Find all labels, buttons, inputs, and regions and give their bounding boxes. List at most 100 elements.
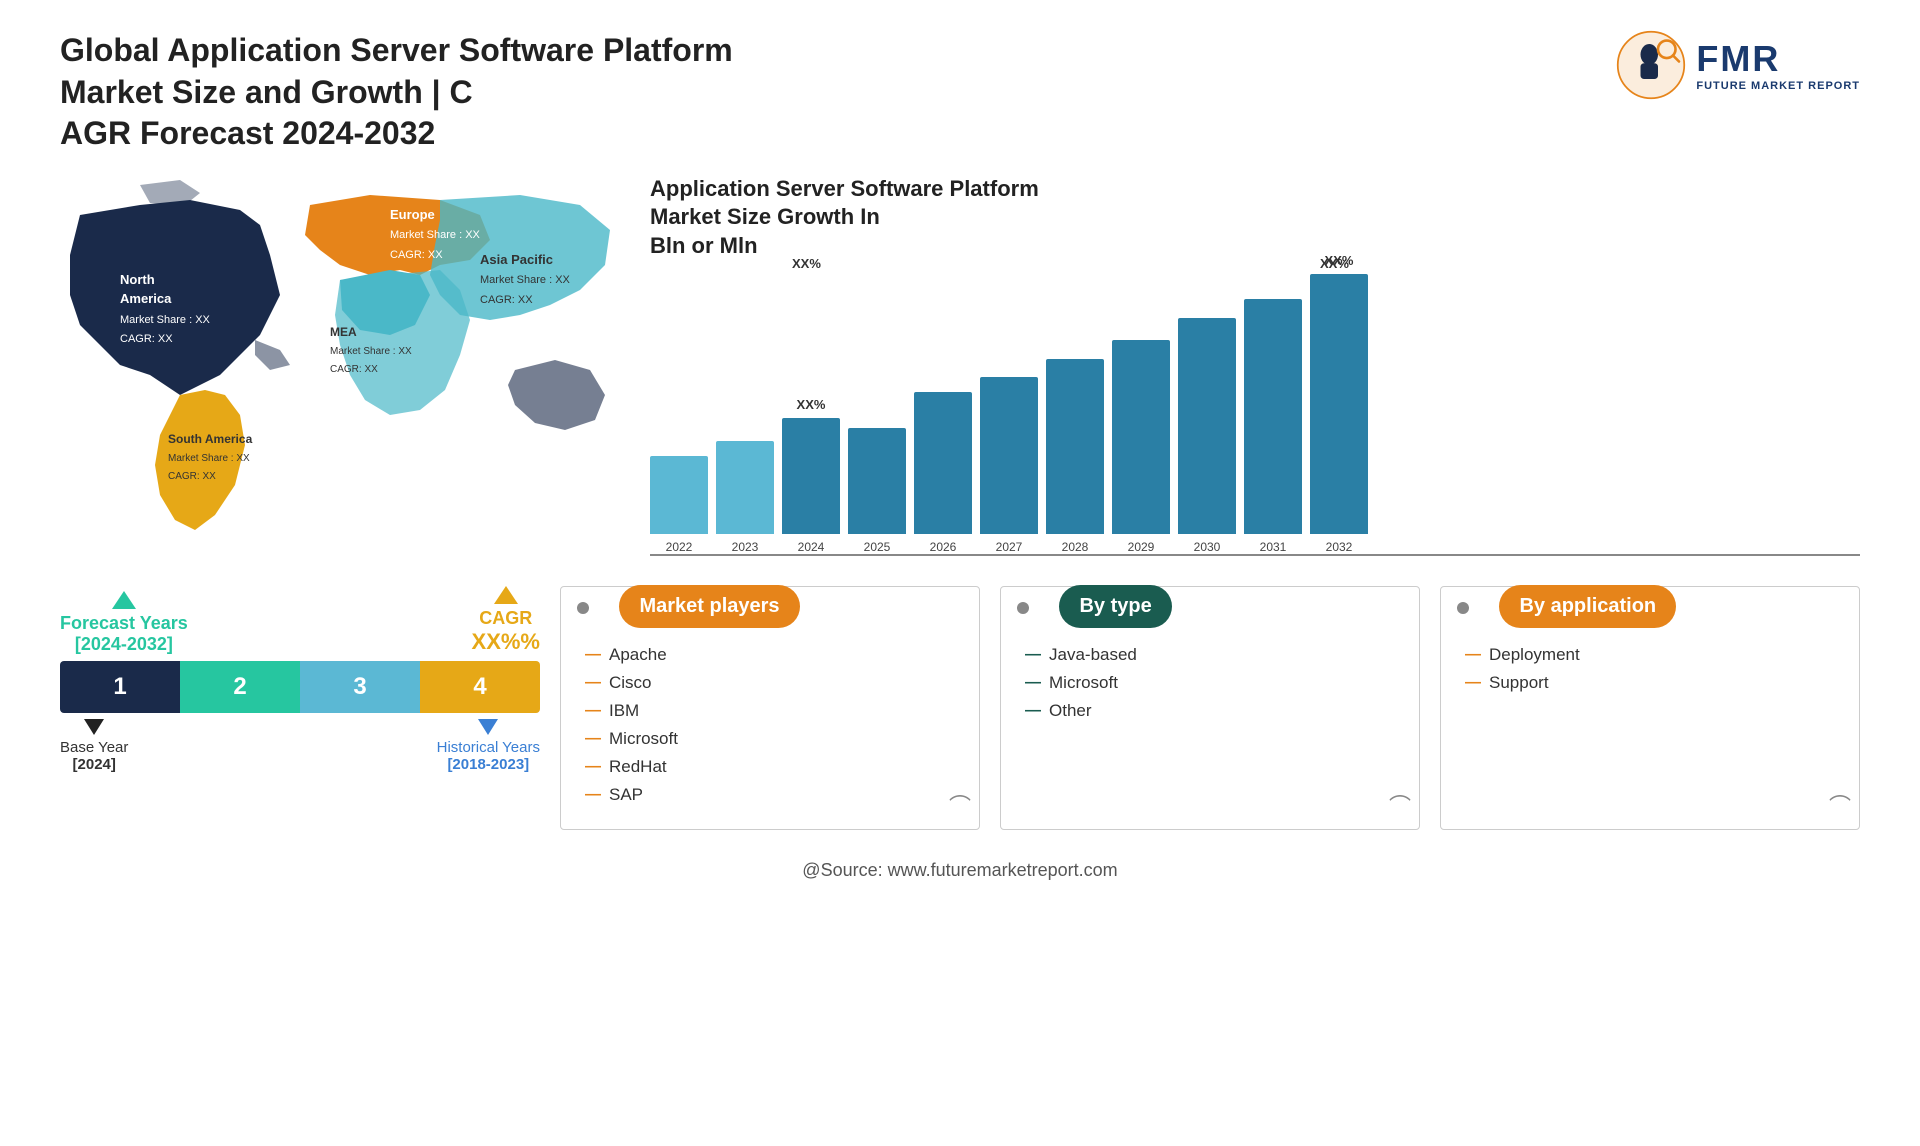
cagr-arrow-up xyxy=(494,586,518,604)
bar-year-2023: 2023 xyxy=(732,540,759,554)
by-type-header: By type xyxy=(1059,585,1171,628)
page: Global Application Server Software Platf… xyxy=(0,0,1920,1146)
bar-2027 xyxy=(980,377,1038,534)
list-item: RedHat xyxy=(585,757,959,777)
bar-year-2031: 2031 xyxy=(1260,540,1287,554)
main-content: NorthAmerica Market Share : XX CAGR: XX … xyxy=(60,175,1860,556)
bar-year-2024: 2024 xyxy=(798,540,825,554)
market-players-card: Market players Apache Cisco IBM Microsoft Re… xyxy=(560,586,980,830)
bar-year-2025: 2025 xyxy=(864,540,891,554)
historical-label: Historical Years xyxy=(437,739,540,756)
bar-2022 xyxy=(650,456,708,534)
bar-2023 xyxy=(716,441,774,534)
bar-2030 xyxy=(1178,318,1236,534)
list-item: Java-based xyxy=(1025,645,1399,665)
forecast-header: Forecast Years [2024-2032] xyxy=(60,591,188,655)
by-application-corner: ⌒ xyxy=(1829,789,1851,821)
list-item: Microsoft xyxy=(1025,673,1399,693)
chart-section: Application Server Software Platform Mar… xyxy=(650,175,1860,556)
list-item: IBM xyxy=(585,701,959,721)
base-year-label: Base Year xyxy=(60,739,128,756)
bar-year-2022: 2022 xyxy=(666,540,693,554)
base-year-arrow xyxy=(84,719,104,735)
mea-label: MEA Market Share : XX CAGR: XX xyxy=(330,323,412,377)
bottom-section: Forecast Years [2024-2032] CAGR XX%% 1 2… xyxy=(60,586,1860,830)
asia-pacific-label: Asia Pacific Market Share : XX CAGR: XX xyxy=(480,250,570,309)
logo-text: FMR FUTURE MARKET REPORT xyxy=(1696,38,1860,92)
bar-2031 xyxy=(1244,299,1302,534)
historical-value: [2018-2023] xyxy=(437,756,540,773)
map-section: NorthAmerica Market Share : XX CAGR: XX … xyxy=(60,175,620,556)
bar-group-2028: 2028 xyxy=(1046,353,1104,554)
logo-fmr-text: FMR xyxy=(1696,38,1780,80)
bar-year-2029: 2029 xyxy=(1128,540,1155,554)
market-players-dot xyxy=(577,602,589,614)
base-year-block: Base Year [2024] xyxy=(60,719,128,773)
bar-chart: 2022 2023 XX% 2024 2025 2026 2027 2028 2029 2030 2… xyxy=(650,276,1860,556)
list-item: Other xyxy=(1025,701,1399,721)
bar-2029 xyxy=(1112,340,1170,534)
bar-2026 xyxy=(914,392,972,534)
by-application-dot xyxy=(1457,602,1469,614)
bar-2024 xyxy=(782,418,840,534)
market-players-corner: ⌒ xyxy=(949,789,971,821)
bar-group-2024: XX% 2024 xyxy=(782,397,840,554)
bar-group-2030: 2030 xyxy=(1178,312,1236,554)
bar-year-2030: 2030 xyxy=(1194,540,1221,554)
timeline-block: Forecast Years [2024-2032] CAGR XX%% 1 2… xyxy=(60,586,540,830)
xx-annotation-2032: XX% xyxy=(1320,256,1349,271)
timeline-bar: 1 2 3 4 xyxy=(60,661,540,713)
by-type-list: Java-based Microsoft Other xyxy=(1001,629,1419,721)
historical-arrow xyxy=(478,719,498,735)
cagr-label: CAGR xyxy=(472,608,540,629)
xx-annotation-2024: XX% xyxy=(792,256,821,271)
source-text: @Source: www.futuremarketreport.com xyxy=(60,860,1860,881)
page-title: Global Application Server Software Platf… xyxy=(60,30,760,155)
by-type-dot xyxy=(1017,602,1029,614)
list-item: Apache xyxy=(585,645,959,665)
timeline-bottom-labels: Base Year [2024] Historical Years [2018-… xyxy=(60,719,540,773)
chart-title: Application Server Software Platform Mar… xyxy=(650,175,1860,261)
north-america-label: NorthAmerica Market Share : XX CAGR: XX xyxy=(120,270,210,348)
europe-label: Europe Market Share : XX CAGR: XX xyxy=(390,205,480,264)
market-players-header: Market players xyxy=(619,585,799,628)
forecast-label: Forecast Years xyxy=(60,613,188,634)
fmr-logo-icon xyxy=(1616,30,1686,100)
list-item: Microsoft xyxy=(585,729,959,749)
historical-block: Historical Years [2018-2023] xyxy=(437,719,540,773)
bar-group-2026: 2026 xyxy=(914,386,972,554)
tl-segment-1: 1 xyxy=(60,661,180,713)
list-item: Cisco xyxy=(585,673,959,693)
bar-group-2023: 2023 xyxy=(716,435,774,554)
tl-segment-4: 4 xyxy=(420,661,540,713)
header: Global Application Server Software Platf… xyxy=(60,30,1860,155)
bar-group-2029: 2029 xyxy=(1112,334,1170,554)
bar-group-2032: XX% 2032 xyxy=(1310,253,1368,554)
cagr-value: XX%% xyxy=(472,629,540,655)
south-america-label: South America Market Share : XX CAGR: XX xyxy=(168,430,252,484)
bar-label-2024: XX% xyxy=(797,397,826,412)
by-application-header: By application xyxy=(1499,585,1676,628)
list-item: Support xyxy=(1465,673,1839,693)
tl-segment-2: 2 xyxy=(180,661,300,713)
logo-sub-text: FUTURE MARKET REPORT xyxy=(1696,80,1860,92)
by-application-card: By application Deployment Support ⌒ xyxy=(1440,586,1860,830)
bar-2028 xyxy=(1046,359,1104,534)
bar-2025 xyxy=(848,428,906,534)
bar-group-2027: 2027 xyxy=(980,371,1038,554)
cagr-header: CAGR XX%% xyxy=(472,586,540,655)
bar-year-2026: 2026 xyxy=(930,540,957,554)
forecast-arrow-up xyxy=(112,591,136,609)
bar-group-2022: 2022 xyxy=(650,450,708,554)
market-players-list: Apache Cisco IBM Microsoft RedHat SAP xyxy=(561,629,979,805)
by-application-list: Deployment Support xyxy=(1441,629,1859,693)
by-type-card: By type Java-basedMicrosoftOther ⌒ xyxy=(1000,586,1420,830)
list-item: SAP xyxy=(585,785,959,805)
bar-year-2027: 2027 xyxy=(996,540,1023,554)
map-container: NorthAmerica Market Share : XX CAGR: XX … xyxy=(60,175,620,555)
cards-area: Market players Apache Cisco IBM Microsoft Re… xyxy=(560,586,1860,830)
bar-year-2028: 2028 xyxy=(1062,540,1089,554)
bar-group-2031: 2031 xyxy=(1244,293,1302,554)
bar-year-2032: 2032 xyxy=(1326,540,1353,554)
list-item: Deployment xyxy=(1465,645,1839,665)
